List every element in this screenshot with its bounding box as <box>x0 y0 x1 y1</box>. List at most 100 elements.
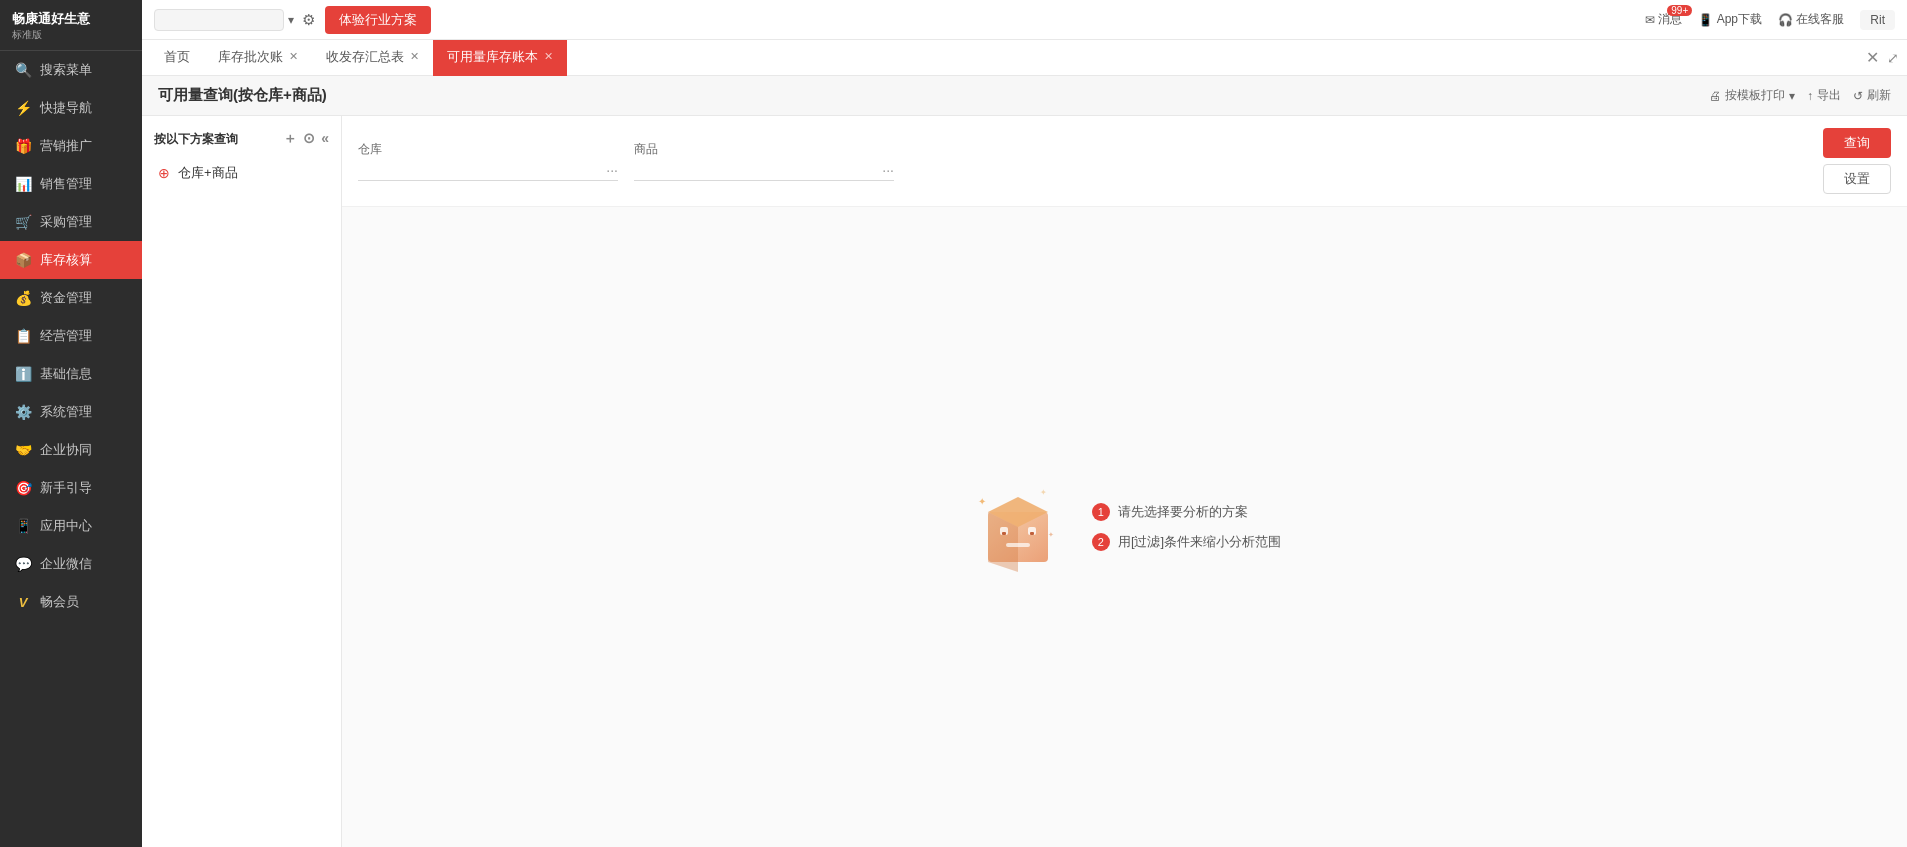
empty-tips: 1 请先选择要分析的方案 2 用[过滤]条件来缩小分析范围 <box>1092 503 1281 551</box>
scheme-icon: ⊕ <box>158 165 170 181</box>
settings-scheme-button[interactable]: ⊙ <box>303 130 315 148</box>
filter-product-more-icon[interactable]: ··· <box>882 162 894 178</box>
app-download-label: App下载 <box>1717 11 1762 28</box>
sidebar-item-new-guide[interactable]: 🎯 新手引导 <box>0 469 142 507</box>
right-panel: 仓库 ··· 商品 ··· 查询 设置 <box>342 116 1907 847</box>
filter-product-input[interactable] <box>634 163 878 178</box>
tabbar-actions: ✕ ⤢ <box>1866 48 1899 67</box>
message-badge[interactable]: ✉ 消息 99+ <box>1645 11 1682 28</box>
sidebar-item-app-center[interactable]: 📱 应用中心 <box>0 507 142 545</box>
tab-receipts-summary[interactable]: 收发存汇总表 ✕ <box>312 40 433 76</box>
print-template-button[interactable]: 🖨 按模板打印 ▾ <box>1709 87 1795 104</box>
topbar-gear-icon[interactable]: ⚙ <box>302 11 315 29</box>
chart-icon: 📊 <box>14 175 32 193</box>
tabbar-expand-icon[interactable]: ⤢ <box>1887 50 1899 66</box>
phone-icon: 📱 <box>1698 13 1713 27</box>
tab-inventory-batch[interactable]: 库存批次账 ✕ <box>204 40 312 76</box>
svg-rect-7 <box>1006 543 1030 547</box>
page-header: 可用量查询(按仓库+商品) 🖨 按模板打印 ▾ ↑ 导出 ↺ 刷新 <box>142 76 1907 116</box>
sidebar-item-vip[interactable]: V 畅会员 <box>0 583 142 621</box>
sidebar-item-shortcut[interactable]: ⚡ 快捷导航 <box>0 89 142 127</box>
filter-warehouse-more-icon[interactable]: ··· <box>606 162 618 178</box>
left-panel-actions: ＋ ⊙ « <box>283 130 329 148</box>
sidebar-item-label: 基础信息 <box>40 365 92 383</box>
refresh-button[interactable]: ↺ 刷新 <box>1853 87 1891 104</box>
sidebar-item-label: 营销推广 <box>40 137 92 155</box>
tab-home[interactable]: 首页 <box>150 40 204 76</box>
empty-state: ✦ ✦ ✦ 1 请先选择要分析的方案 2 用[过滤]条件来缩小分析范围 <box>342 207 1907 847</box>
svg-rect-5 <box>1002 532 1006 535</box>
main-area: ▾ ⚙ 体验行业方案 ✉ 消息 99+ 📱 App下载 🎧 在线客服 Rit 首… <box>142 0 1907 847</box>
info-icon: ℹ️ <box>14 365 32 383</box>
sidebar-item-label: 销售管理 <box>40 175 92 193</box>
sidebar-item-sales-mgmt[interactable]: 📊 销售管理 <box>0 165 142 203</box>
topbar-right: ✉ 消息 99+ 📱 App下载 🎧 在线客服 Rit <box>1645 10 1895 30</box>
filter-warehouse-label: 仓库 <box>358 141 618 158</box>
tab-receipts-summary-close[interactable]: ✕ <box>410 50 419 63</box>
export-button[interactable]: ↑ 导出 <box>1807 87 1841 104</box>
wechat-icon: 💬 <box>14 555 32 573</box>
filter-product-field: 商品 ··· <box>634 141 894 181</box>
sidebar-item-label: 库存核算 <box>40 251 92 269</box>
gear-icon: ⚙️ <box>14 403 32 421</box>
target-icon: 🎯 <box>14 479 32 497</box>
sidebar-item-label: 资金管理 <box>40 289 92 307</box>
sidebar-item-sys-mgmt[interactable]: ⚙️ 系统管理 <box>0 393 142 431</box>
tab-home-label: 首页 <box>164 48 190 66</box>
app-download-link[interactable]: 📱 App下载 <box>1698 11 1762 28</box>
dropdown-arrow-icon[interactable]: ▾ <box>288 13 294 27</box>
filter-product-label: 商品 <box>634 141 894 158</box>
industry-solution-button[interactable]: 体验行业方案 <box>325 6 431 34</box>
scheme-warehouse-product[interactable]: ⊕ 仓库+商品 <box>142 156 341 190</box>
message-count-badge: 99+ <box>1667 5 1692 16</box>
sidebar-item-purchase-mgmt[interactable]: 🛒 采购管理 <box>0 203 142 241</box>
query-button[interactable]: 查询 <box>1823 128 1891 158</box>
mobile-icon: 📱 <box>14 517 32 535</box>
sidebar-item-search[interactable]: 🔍 搜索菜单 <box>0 51 142 89</box>
gift-icon: 🎁 <box>14 137 32 155</box>
tab-available-stock[interactable]: 可用量库存账本 ✕ <box>433 40 567 76</box>
sidebar-item-basic-info[interactable]: ℹ️ 基础信息 <box>0 355 142 393</box>
headset-icon: 🎧 <box>1778 13 1793 27</box>
sidebar-item-label: 企业微信 <box>40 555 92 573</box>
sidebar-scroll: 🔍 搜索菜单 ⚡ 快捷导航 🎁 营销推广 📊 销售管理 🛒 采购管理 📦 库存核… <box>0 51 142 847</box>
collapse-left-panel-button[interactable]: « <box>321 130 329 148</box>
user-menu[interactable]: Rit <box>1860 10 1895 30</box>
tabbar-close-all-icon[interactable]: ✕ <box>1866 48 1879 67</box>
clipboard-icon: 📋 <box>14 327 32 345</box>
export-icon: ↑ <box>1807 89 1813 103</box>
sidebar-item-label: 采购管理 <box>40 213 92 231</box>
sidebar-item-label: 应用中心 <box>40 517 92 535</box>
empty-illustration: ✦ ✦ ✦ <box>968 477 1068 577</box>
filter-bar: 仓库 ··· 商品 ··· 查询 设置 <box>342 116 1907 207</box>
sidebar-item-marketing-promo[interactable]: 🎁 营销推广 <box>0 127 142 165</box>
sidebar-item-label: 系统管理 <box>40 403 92 421</box>
tip-number-2: 2 <box>1092 533 1110 551</box>
filter-warehouse-input[interactable] <box>358 163 602 178</box>
sidebar-item-ops-mgmt[interactable]: 📋 经营管理 <box>0 317 142 355</box>
app-name: 畅康通好生意 <box>12 10 130 28</box>
sidebar-item-label: 畅会员 <box>40 593 79 611</box>
left-panel-title: 按以下方案查询 <box>154 131 283 148</box>
sidebar-item-fund-mgmt[interactable]: 💰 资金管理 <box>0 279 142 317</box>
online-service-link[interactable]: 🎧 在线客服 <box>1778 11 1844 28</box>
page-title: 可用量查询(按仓库+商品) <box>158 86 1709 105</box>
filter-warehouse-field: 仓库 ··· <box>358 141 618 181</box>
sidebar-item-enterprise-collab[interactable]: 🤝 企业协同 <box>0 431 142 469</box>
scheme-label: 仓库+商品 <box>178 164 238 182</box>
add-scheme-button[interactable]: ＋ <box>283 130 297 148</box>
online-service-label: 在线客服 <box>1796 11 1844 28</box>
tab-inventory-batch-close[interactable]: ✕ <box>289 50 298 63</box>
cart-icon: 🛒 <box>14 213 32 231</box>
tab-receipts-summary-label: 收发存汇总表 <box>326 48 404 66</box>
tab-available-stock-close[interactable]: ✕ <box>544 50 553 63</box>
sidebar-item-enterprise-wechat[interactable]: 💬 企业微信 <box>0 545 142 583</box>
app-version: 标准版 <box>12 28 130 42</box>
sidebar: 畅康通好生意 标准版 🔍 搜索菜单 ⚡ 快捷导航 🎁 营销推广 📊 销售管理 🛒… <box>0 0 142 847</box>
search-input[interactable] <box>154 9 284 31</box>
print-icon: 🖨 <box>1709 89 1721 103</box>
shortcut-icon: ⚡ <box>14 99 32 117</box>
filter-product-wrapper: ··· <box>634 162 894 181</box>
filter-settings-button[interactable]: 设置 <box>1823 164 1891 194</box>
sidebar-item-inventory-calc[interactable]: 📦 库存核算 <box>0 241 142 279</box>
